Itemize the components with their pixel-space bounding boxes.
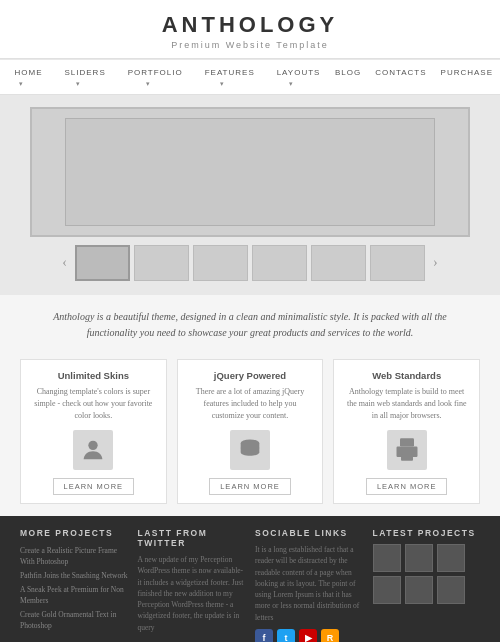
database-icon [236, 436, 264, 464]
feature-desc-1: There are a lot of amazing jQuery featur… [188, 386, 313, 422]
footer-col-latest-title: LATEST PROJECTS [373, 528, 481, 538]
thumb-2[interactable] [134, 245, 189, 281]
thumb-6[interactable] [370, 245, 425, 281]
footer-project-links: Create a Realistic Picture Frame With Ph… [20, 544, 128, 630]
footer-link-1[interactable]: Pathfin Joins the Snashing Network [20, 571, 128, 580]
learn-more-btn-0[interactable]: LEARN MORE [53, 478, 135, 495]
nav-features-arrow: ▾ [220, 80, 225, 87]
nav-layouts[interactable]: LAYOUTS ▾ [270, 65, 321, 91]
feature-title-2: Web Standards [344, 370, 469, 381]
nav-portfolio-arrow: ▾ [146, 80, 151, 87]
feature-desc-2: Anthology template is build to meet the … [344, 386, 469, 422]
footer-link-0[interactable]: Create a Realistic Picture Frame With Ph… [20, 546, 117, 566]
feature-card-2: Web Standards Anthology template is buil… [333, 359, 480, 504]
thumbnail-nav: ‹ › [30, 237, 470, 285]
footer-col-twitter: LASTT FROM TWITTER A new update of my Pe… [138, 528, 246, 642]
printer-icon [393, 436, 421, 464]
thumb-3[interactable] [193, 245, 248, 281]
nav-home[interactable]: HOME ▾ [8, 65, 43, 91]
tagline-section: Anthology is a beautiful theme, designed… [0, 295, 500, 351]
nav-purchase[interactable]: PURCHASE [434, 65, 500, 80]
footer-social-text: It is a long established fact that a rea… [255, 544, 363, 623]
thumb-1[interactable] [75, 245, 130, 281]
hero-area: ‹ › [0, 95, 500, 295]
nav-features[interactable]: FEATURES ▾ [198, 65, 255, 91]
latest-thumb-2[interactable] [405, 544, 433, 572]
feature-icon-0 [73, 430, 113, 470]
feature-title-1: jQuery Powered [188, 370, 313, 381]
main-nav: HOME ▾ SLIDERS ▾ PORTFOLIO ▾ FEATURES ▾ … [0, 59, 500, 95]
thumb-4[interactable] [252, 245, 307, 281]
nav-contacts[interactable]: CONTACTS [368, 65, 433, 80]
footer-col-projects-title: MORE PROJECTS [20, 528, 128, 538]
nav-sliders[interactable]: SLIDERS ▾ [58, 65, 106, 91]
feature-title-0: Unlimited Skins [31, 370, 156, 381]
footer: MORE PROJECTS Create a Realistic Picture… [0, 516, 500, 642]
person-icon [79, 436, 107, 464]
footer-twitter-text: A new update of my Perception WordPress … [138, 554, 246, 633]
latest-thumb-6[interactable] [437, 576, 465, 604]
feature-card-1: jQuery Powered There are a lot of amazin… [177, 359, 324, 504]
site-subtitle: Premium Website Template [0, 40, 500, 50]
nav-portfolio[interactable]: PORTFOLIO ▾ [121, 65, 183, 91]
svg-point-0 [89, 441, 98, 450]
feature-card-0: Unlimited Skins Changing template's colo… [20, 359, 167, 504]
feature-icon-1 [230, 430, 270, 470]
latest-thumb-4[interactable] [373, 576, 401, 604]
site-title: AnthOLOGY [0, 12, 500, 38]
footer-link-2[interactable]: A Sneak Peek at Premium for Non Members [20, 585, 124, 605]
latest-thumb-5[interactable] [405, 576, 433, 604]
footer-col-projects: MORE PROJECTS Create a Realistic Picture… [20, 528, 128, 642]
svg-rect-3 [401, 455, 413, 461]
nav-layouts-arrow: ▾ [289, 80, 294, 87]
facebook-icon[interactable]: f [255, 629, 273, 642]
latest-thumb-1[interactable] [373, 544, 401, 572]
hero-slider [30, 107, 470, 237]
footer-col-social-title: SOCIABLE LINKS [255, 528, 363, 538]
latest-project-thumbs [373, 544, 481, 604]
footer-col-social: SOCIABLE LINKS It is a long established … [255, 528, 363, 642]
nav-blog[interactable]: BLOG [328, 65, 368, 80]
hero-slide [65, 118, 436, 225]
svg-rect-2 [400, 438, 414, 446]
learn-more-btn-2[interactable]: LEARN MORE [366, 478, 448, 495]
rss-icon[interactable]: R [321, 629, 339, 642]
tagline-text: Anthology is a beautiful theme, designed… [30, 309, 470, 341]
features-section: Unlimited Skins Changing template's colo… [0, 351, 500, 516]
nav-sliders-arrow: ▾ [76, 80, 81, 87]
next-arrow[interactable]: › [429, 255, 442, 271]
social-icons-group: f t ▶ R [255, 629, 363, 642]
footer-col-latest: LATEST PROJECTS [373, 528, 481, 642]
twitter-icon[interactable]: t [277, 629, 295, 642]
footer-link-3[interactable]: Create Gold Ornamental Text in Photoshop [20, 610, 116, 630]
latest-thumb-3[interactable] [437, 544, 465, 572]
thumb-5[interactable] [311, 245, 366, 281]
learn-more-btn-1[interactable]: LEARN MORE [209, 478, 291, 495]
prev-arrow[interactable]: ‹ [58, 255, 71, 271]
feature-desc-0: Changing template's colors is super simp… [31, 386, 156, 422]
feature-icon-2 [387, 430, 427, 470]
footer-col-twitter-title: LASTT FROM TWITTER [138, 528, 246, 548]
youtube-icon[interactable]: ▶ [299, 629, 317, 642]
header: AnthOLOGY Premium Website Template [0, 0, 500, 59]
nav-home-arrow: ▾ [19, 80, 24, 87]
